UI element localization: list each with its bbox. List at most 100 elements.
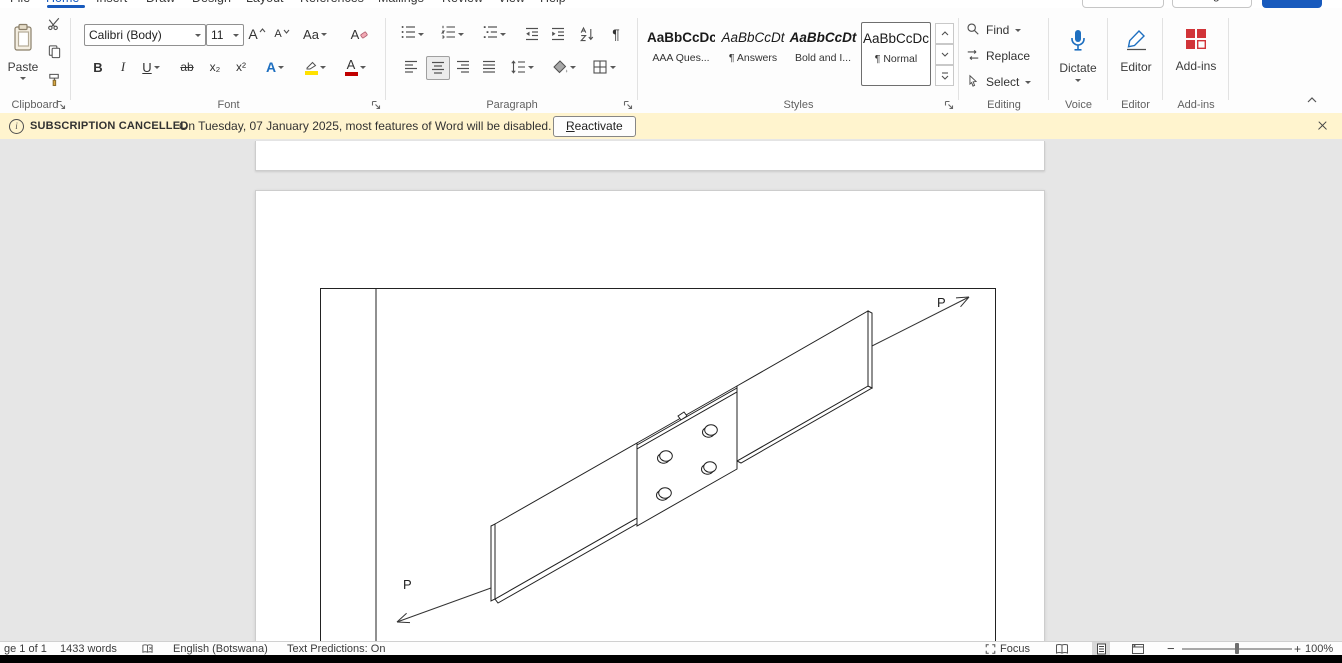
zoom-level[interactable]: 100% (1305, 642, 1333, 656)
zoom-out-button[interactable]: − (1167, 642, 1175, 656)
styles-gallery-more-button[interactable] (935, 65, 954, 86)
grow-font-button[interactable]: A (246, 23, 268, 45)
editor-button[interactable]: Editor (1116, 20, 1156, 80)
comments-button[interactable]: Comments (1082, 0, 1164, 8)
text-effects-button[interactable]: A (260, 56, 290, 78)
font-size-combo[interactable]: 11 (206, 24, 244, 46)
increase-indent-button[interactable] (547, 23, 569, 45)
load-arrow-top (865, 296, 970, 350)
microphone-icon (1066, 28, 1090, 60)
superscript-button[interactable]: x² (229, 56, 253, 78)
bullet-list-icon (400, 24, 416, 45)
addins-group-label: Add-ins (1177, 99, 1215, 111)
borders-button[interactable] (588, 56, 620, 78)
tab-design[interactable]: Design (192, 0, 236, 8)
numbering-button[interactable] (437, 23, 467, 45)
bullets-button[interactable] (397, 23, 427, 45)
tab-view[interactable]: View (498, 0, 530, 8)
zoom-slider-thumb[interactable] (1235, 643, 1239, 654)
group-divider (1048, 18, 1049, 100)
tab-draw[interactable]: Draw (146, 0, 182, 8)
load-label-bottom: P (403, 577, 412, 592)
shading-button[interactable] (548, 56, 580, 78)
font-color-button[interactable]: A (338, 56, 372, 78)
tab-layout[interactable]: Layout (246, 0, 290, 8)
styles-scroll-down-button[interactable] (935, 44, 954, 65)
focus-toggle[interactable]: Focus (1000, 642, 1030, 656)
tab-insert[interactable]: Insert (96, 0, 136, 8)
tab-mailings[interactable]: Mailings (378, 0, 432, 8)
sort-button[interactable] (575, 23, 599, 45)
decrease-indent-button[interactable] (521, 23, 543, 45)
numbered-list-icon (440, 24, 456, 45)
subscript-button[interactable]: x₂ (203, 56, 227, 78)
justify-button[interactable] (478, 56, 500, 78)
style-item-answers[interactable]: AaBbCcDt ¶ Answers (719, 22, 787, 84)
text-highlight-button[interactable] (298, 56, 332, 78)
print-layout-button[interactable] (1092, 642, 1110, 656)
load-label-top: P (937, 295, 946, 310)
group-divider (1162, 18, 1163, 100)
show-formatting-button[interactable]: ¶ (605, 23, 627, 45)
cut-button[interactable] (44, 16, 64, 36)
paste-label: Paste (7, 59, 39, 74)
tab-help[interactable]: Help (540, 0, 572, 8)
document-page[interactable]: P P (255, 190, 1045, 641)
zoom-in-button[interactable]: + (1294, 642, 1301, 656)
technical-drawing[interactable]: P P (321, 289, 995, 641)
subscription-notification-bar: i SUBSCRIPTION CANCELLED On Tuesday, 07 … (0, 113, 1342, 140)
replace-button[interactable]: Replace (966, 45, 1030, 67)
previous-page-bottom[interactable] (255, 141, 1045, 171)
editor-group: Editor Editor (1109, 8, 1162, 113)
close-icon[interactable] (1317, 120, 1328, 131)
align-right-button[interactable] (452, 56, 474, 78)
text-predictions-indicator[interactable]: Text Predictions: On (287, 642, 385, 656)
load-arrow-bottom (396, 583, 503, 624)
styles-dialog-launcher[interactable] (943, 98, 955, 110)
bold-button[interactable]: B (88, 56, 108, 78)
multilevel-list-button[interactable] (479, 23, 509, 45)
style-item-aaa-ques[interactable]: AaBbCcDc AAA Ques... (647, 22, 715, 84)
underline-button[interactable]: U (136, 56, 166, 78)
paragraph-group: ¶ Paragraph (387, 8, 637, 113)
editing-mode-button[interactable]: Editing (1172, 0, 1252, 8)
copy-button[interactable] (44, 44, 64, 64)
shrink-font-button[interactable]: A (271, 23, 293, 45)
tab-home[interactable]: Home (46, 0, 86, 8)
align-center-button[interactable] (426, 56, 450, 80)
language-indicator[interactable]: English (Botswana) (173, 642, 268, 656)
font-family-combo[interactable]: Calibri (Body) (84, 24, 206, 46)
style-item-normal[interactable]: AaBbCcDc ¶ Normal (861, 22, 931, 86)
window-bottom-edge (0, 655, 1342, 663)
select-button[interactable]: Select (966, 71, 1032, 93)
tab-review[interactable]: Review (442, 0, 488, 8)
strikethrough-button[interactable]: ab (175, 56, 199, 78)
change-case-button[interactable]: Aa (300, 23, 330, 45)
clipboard-dialog-launcher[interactable] (55, 98, 67, 110)
tab-file[interactable]: File (10, 0, 36, 8)
tab-references[interactable]: References (300, 0, 368, 8)
italic-button[interactable]: I (113, 56, 133, 78)
addins-button[interactable]: Add-ins (1174, 20, 1218, 80)
align-left-button[interactable] (400, 56, 422, 78)
reactivate-button[interactable]: Reactivate (553, 116, 636, 137)
format-painter-button[interactable] (44, 72, 64, 92)
notification-message: On Tuesday, 07 January 2025, most featur… (179, 119, 552, 133)
replace-icon (966, 48, 980, 65)
share-button[interactable]: Share (1262, 0, 1322, 8)
paragraph-dialog-launcher[interactable] (622, 98, 634, 110)
voice-group: Dictate Voice (1050, 8, 1107, 113)
line-spacing-button[interactable] (506, 56, 538, 78)
word-count[interactable]: 1433 words (60, 642, 117, 656)
paste-button[interactable]: Paste (4, 14, 42, 88)
collapse-ribbon-button[interactable] (1300, 92, 1324, 108)
font-dialog-launcher[interactable] (370, 98, 382, 110)
clear-formatting-button[interactable]: A (348, 23, 372, 45)
styles-scroll-up-button[interactable] (935, 23, 954, 44)
addins-label: Add-ins (1175, 59, 1217, 73)
find-button[interactable]: Find (966, 19, 1022, 41)
dictate-button[interactable]: Dictate (1058, 18, 1098, 92)
style-item-bold-italic[interactable]: AaBbCcDt Bold and I... (789, 22, 857, 84)
page-indicator[interactable]: ge 1 of 1 (4, 642, 47, 656)
search-icon (966, 22, 980, 39)
